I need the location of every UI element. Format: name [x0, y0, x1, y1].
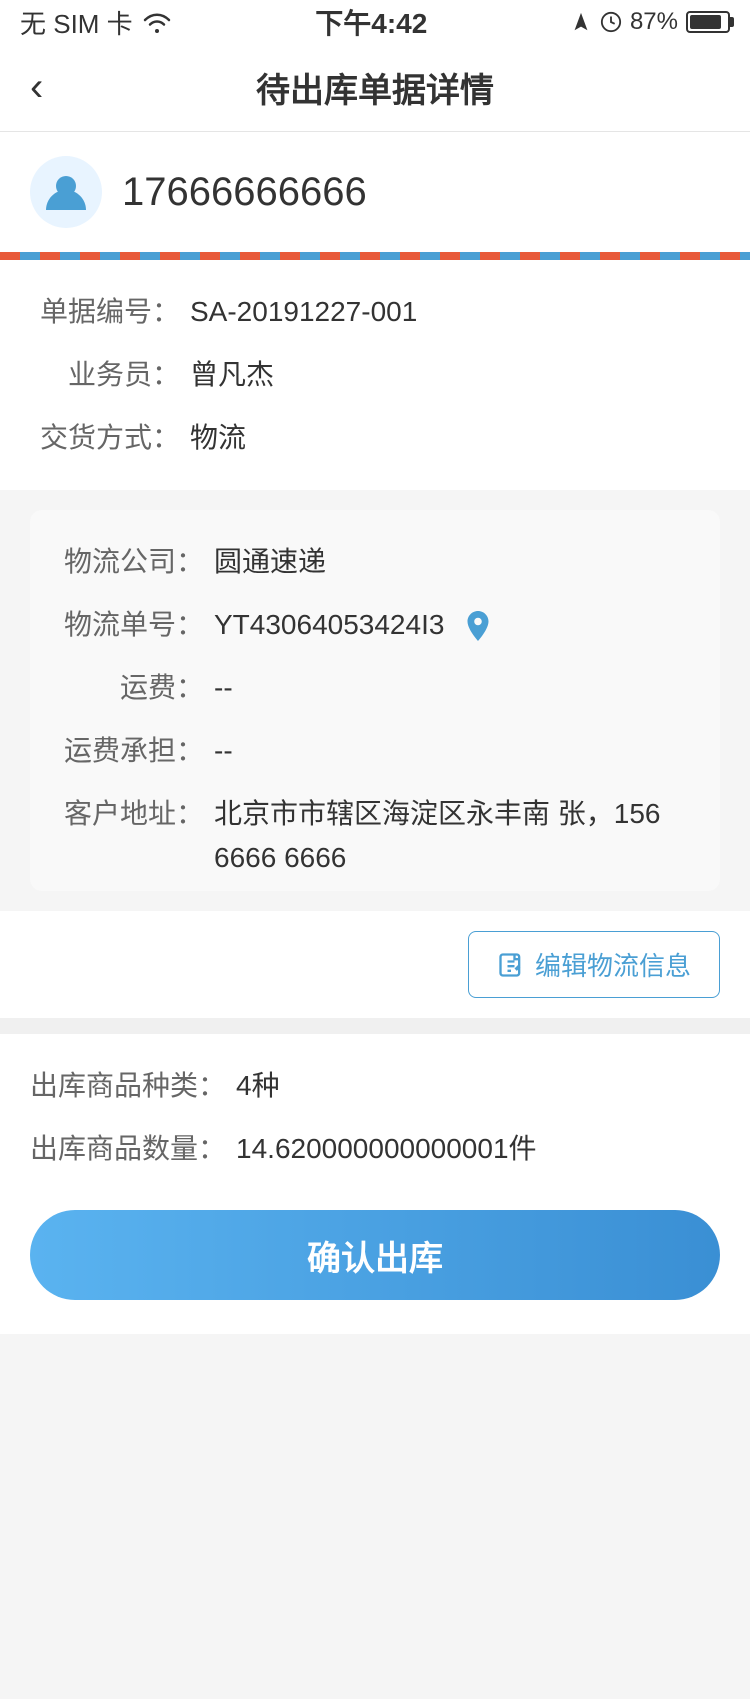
document-number-row: 单据编号： SA-20191227-001 — [30, 290, 720, 335]
edit-btn-container: 编辑物流信息 — [0, 911, 750, 1018]
salesman-value: 曾凡杰 — [190, 353, 720, 398]
status-right: 87% — [570, 8, 730, 36]
goods-section: 出库商品种类： 4种 出库商品数量： 14.620000000000001件 — [0, 1034, 750, 1202]
logistics-card: 物流公司： 圆通速递 物流单号： YT43064053424I3 运费： -- … — [30, 510, 720, 891]
goods-types-value: 4种 — [236, 1064, 720, 1109]
tracking-value: YT43064053424I3 — [214, 603, 444, 648]
goods-quantity-label: 出库商品数量： — [30, 1127, 236, 1172]
freight-label: 运费： — [54, 666, 214, 711]
customer-phone: 17666666666 — [122, 170, 367, 215]
address-row: 客户地址： 北京市市辖区海淀区永丰南 张，156 6666 6666 — [54, 792, 696, 882]
page-title: 待出库单据详情 — [256, 63, 494, 112]
confirm-button[interactable]: 确认出库 — [30, 1210, 720, 1300]
status-bar: 无 SIM 卡 下午4:42 87% — [0, 0, 750, 44]
edit-logistics-label: 编辑物流信息 — [535, 946, 691, 983]
address-value: 北京市市辖区海淀区永丰南 张，156 6666 6666 — [214, 792, 696, 882]
confirm-btn-bar: 确认出库 — [0, 1190, 750, 1334]
delivery-value: 物流 — [190, 416, 720, 461]
section-divider — [0, 1018, 750, 1034]
logistics-company-label: 物流公司： — [54, 540, 214, 585]
status-time: 下午4:42 — [315, 2, 427, 42]
tracking-row: 物流单号： YT43064053424I3 — [54, 603, 696, 648]
clock-icon — [600, 11, 622, 33]
tracking-value-container: YT43064053424I3 — [214, 603, 696, 648]
goods-types-label: 出库商品种类： — [30, 1064, 236, 1109]
edit-icon — [497, 951, 525, 979]
document-number-label: 单据编号： — [30, 290, 190, 335]
freight-row: 运费： -- — [54, 666, 696, 711]
goods-types-row: 出库商品种类： 4种 — [30, 1064, 720, 1109]
goods-quantity-row: 出库商品数量： 14.620000000000001件 — [30, 1127, 720, 1172]
customer-header: 17666666666 — [0, 132, 750, 252]
dashed-divider — [0, 252, 750, 260]
freight-value: -- — [214, 666, 696, 711]
bottom-spacer — [0, 1329, 750, 1529]
user-icon — [42, 168, 90, 216]
delivery-label: 交货方式： — [30, 416, 190, 461]
delivery-row: 交货方式： 物流 — [30, 416, 720, 461]
goods-quantity-value: 14.620000000000001件 — [236, 1127, 720, 1172]
carrier-text: 无 SIM 卡 — [20, 4, 133, 41]
logistics-company-value: 圆通速递 — [214, 540, 696, 585]
status-left: 无 SIM 卡 — [20, 4, 173, 41]
freight-bear-value: -- — [214, 729, 696, 774]
salesman-label: 业务员： — [30, 353, 190, 398]
nav-bar: ‹ 待出库单据详情 — [0, 44, 750, 132]
freight-bear-label: 运费承担： — [54, 729, 214, 774]
map-pin-icon[interactable] — [460, 608, 496, 644]
avatar — [30, 156, 102, 228]
wifi-icon — [141, 11, 173, 33]
location-arrow-icon — [570, 11, 592, 33]
freight-bear-row: 运费承担： -- — [54, 729, 696, 774]
tracking-label: 物流单号： — [54, 603, 214, 648]
logistics-company-row: 物流公司： 圆通速递 — [54, 540, 696, 585]
document-info-section: 单据编号： SA-20191227-001 业务员： 曾凡杰 交货方式： 物流 — [0, 260, 750, 490]
document-number-value: SA-20191227-001 — [190, 290, 720, 335]
battery-percent: 87% — [630, 8, 678, 36]
battery-icon — [686, 11, 730, 33]
back-button[interactable]: ‹ — [30, 65, 43, 110]
edit-logistics-button[interactable]: 编辑物流信息 — [468, 931, 720, 998]
address-label: 客户地址： — [54, 792, 214, 837]
salesman-row: 业务员： 曾凡杰 — [30, 353, 720, 398]
